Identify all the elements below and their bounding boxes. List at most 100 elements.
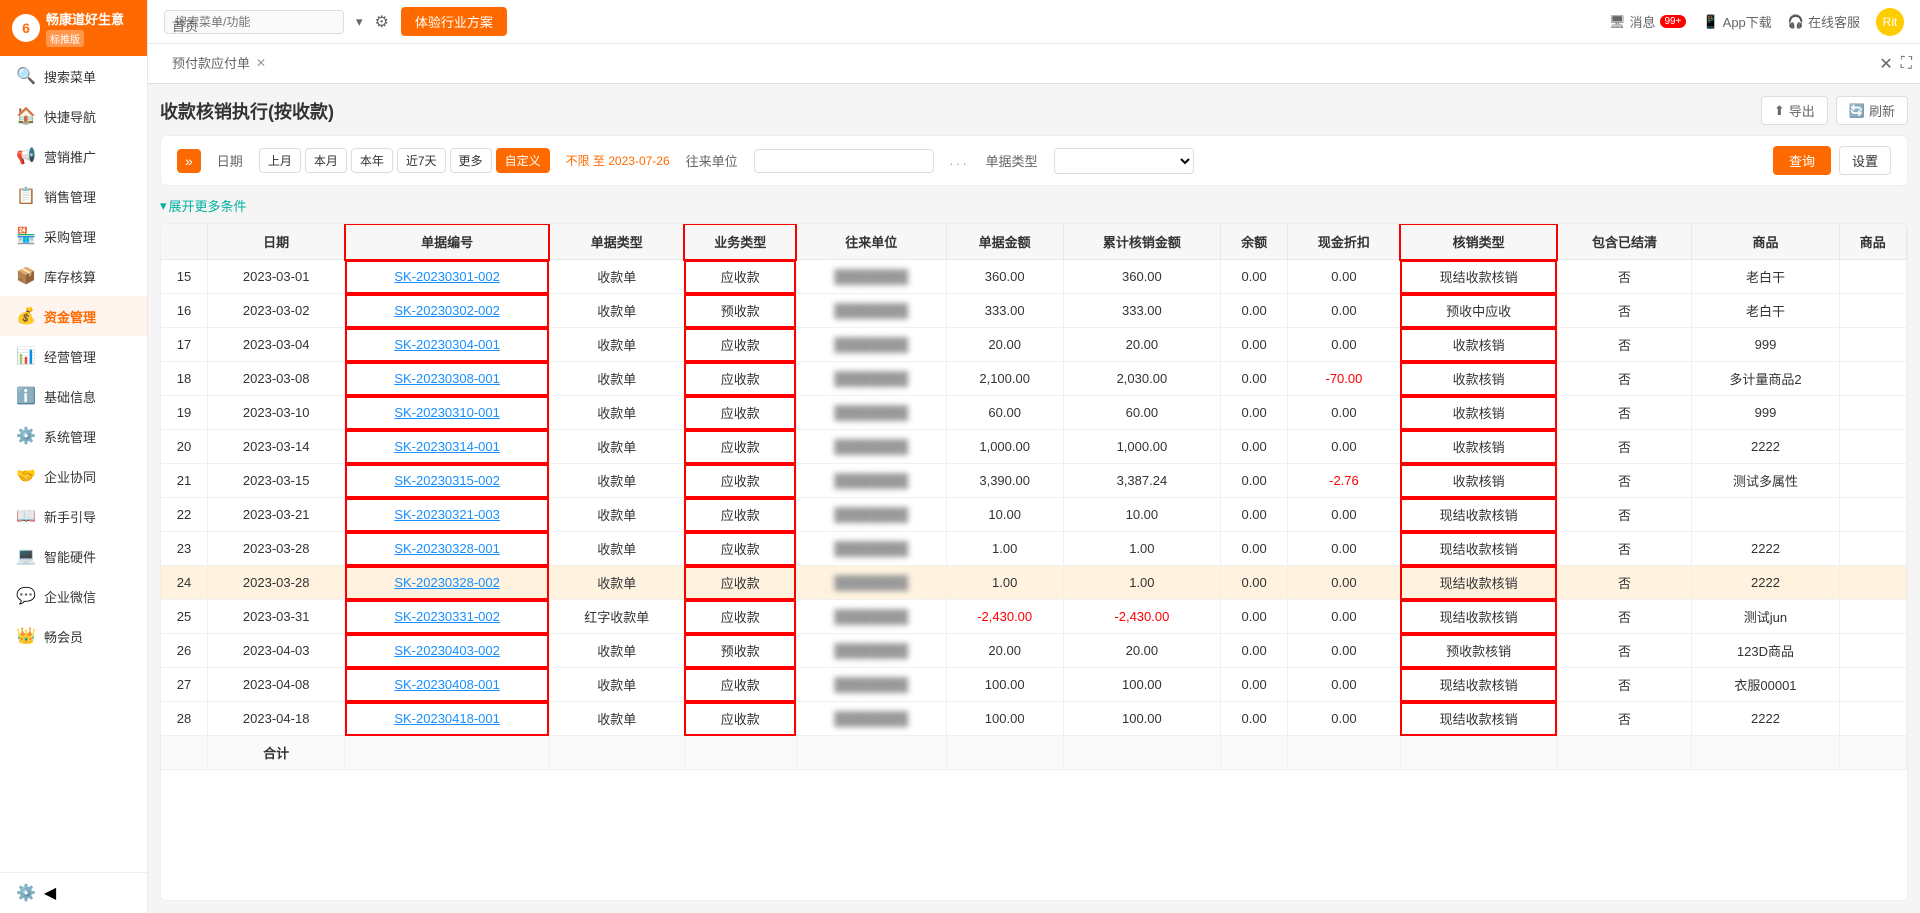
date-btn-this-month[interactable]: 本月 — [305, 148, 347, 173]
date-btn-this-year[interactable]: 本年 — [351, 148, 393, 173]
cell-10-0: 25 — [161, 600, 208, 634]
partner-text: ████████ — [834, 677, 908, 692]
cell-10-13 — [1839, 600, 1906, 634]
cell-1-3: 收款单 — [549, 294, 684, 328]
table-row: 232023-03-28SK-20230328-001收款单应收款███████… — [161, 532, 1907, 566]
sidebar-item-hardware[interactable]: 💻智能硬件 — [0, 536, 147, 576]
cell-12-11: 否 — [1557, 668, 1692, 702]
footer-cell-10 — [1400, 736, 1557, 770]
date-btn-more[interactable]: 更多 — [450, 148, 492, 173]
refresh-button[interactable]: 🔄 刷新 — [1836, 96, 1908, 125]
slip-no-link[interactable]: SK-20230304-001 — [394, 337, 500, 352]
sidebar-item-system[interactable]: ⚙️ 系统管理 — [0, 416, 147, 456]
sidebar-item-search[interactable]: 🔍搜索菜单 — [0, 56, 147, 96]
date-btn-prev-month[interactable]: 上月 — [259, 148, 301, 173]
tab-expand-button[interactable]: ⛶ — [1901, 54, 1912, 74]
cell-4-5: ████████ — [796, 396, 946, 430]
cell-2-2: SK-20230304-001 — [345, 328, 550, 362]
cell-1-9: 0.00 — [1288, 294, 1400, 328]
slip-no-link[interactable]: SK-20230315-002 — [394, 473, 500, 488]
cell-10-2: SK-20230331-002 — [345, 600, 550, 634]
cell-5-0: 20 — [161, 430, 208, 464]
filter-toggle-button[interactable]: » — [177, 149, 201, 173]
topbar-gear-icon[interactable]: ⚙ — [375, 12, 389, 32]
message-label: 消息 — [1629, 12, 1655, 31]
slip-no-link[interactable]: SK-20230328-002 — [394, 575, 500, 590]
topbar-message[interactable]: 🖥 消息 99+ — [1609, 12, 1687, 31]
partner-input[interactable] — [754, 149, 934, 173]
settings-icon[interactable]: ⚙️ — [16, 883, 36, 903]
cell-1-7: 333.00 — [1063, 294, 1220, 328]
partner-text: ████████ — [834, 405, 908, 420]
partner-text: ████████ — [834, 371, 908, 386]
cell-4-4: 应收款 — [684, 396, 796, 430]
slip-no-link[interactable]: SK-20230301-002 — [394, 269, 500, 284]
sidebar-item-finance[interactable]: 💰资金管理 — [0, 296, 147, 336]
cell-13-10: 现结收款核销 — [1400, 702, 1557, 736]
cell-13-0: 28 — [161, 702, 208, 736]
solution-button[interactable]: 体验行业方案 — [401, 7, 507, 36]
slip-no-link[interactable]: SK-20230308-001 — [394, 371, 500, 386]
sidebar-item-sales[interactable]: 📋销售管理 — [0, 176, 147, 216]
filter-settings-button[interactable]: 设置 — [1839, 146, 1891, 175]
sidebar-item-corp[interactable]: 🤝企业协同 — [0, 456, 147, 496]
tab-prepay[interactable]: 预付款应付单✕ — [156, 45, 282, 82]
collapse-icon[interactable]: ◀ — [44, 883, 56, 903]
tab-close-button[interactable]: ✕ — [1879, 54, 1892, 74]
cell-5-5: ████████ — [796, 430, 946, 464]
sidebar-item-shortcut[interactable]: 🏠快捷导航 — [0, 96, 147, 136]
topbar-service[interactable]: 🎧 在线客服 — [1788, 12, 1860, 31]
sidebar-label-system: 系统管理 — [44, 427, 96, 446]
topbar-app-download[interactable]: 📱 App下载 — [1702, 12, 1771, 31]
cell-7-3: 收款单 — [549, 498, 684, 532]
slip-no-link[interactable]: SK-20230418-001 — [394, 711, 500, 726]
slip-no-link[interactable]: SK-20230314-001 — [394, 439, 500, 454]
cell-1-5: ████████ — [796, 294, 946, 328]
slip-no-link[interactable]: SK-20230328-001 — [394, 541, 500, 556]
sidebar-item-basic[interactable]: ℹ️基础信息 — [0, 376, 147, 416]
sidebar-item-wechat[interactable]: 💬企业微信 — [0, 576, 147, 616]
slip-no-link[interactable]: SK-20230302-002 — [394, 303, 500, 318]
sidebar-icon-system: ⚙️ — [16, 426, 36, 446]
slip-no-link[interactable]: SK-20230403-002 — [394, 643, 500, 658]
date-btn-custom[interactable]: 自定义 — [496, 148, 550, 173]
cell-0-8: 0.00 — [1220, 260, 1287, 294]
cell-4-3: 收款单 — [549, 396, 684, 430]
cell-11-4: 预收款 — [684, 634, 796, 668]
sidebar-label-wechat: 企业微信 — [44, 587, 96, 606]
cell-6-0: 21 — [161, 464, 208, 498]
slip-no-link[interactable]: SK-20230331-002 — [394, 609, 500, 624]
slip-type-select[interactable] — [1054, 148, 1194, 174]
tab-close-prepay[interactable]: ✕ — [256, 56, 266, 70]
tabs-bar: 首页预付款应付单✕收款核销执行✕ ✕ ⛶ — [148, 44, 1920, 84]
slip-no-link[interactable]: SK-20230310-001 — [394, 405, 500, 420]
cell-7-11: 否 — [1557, 498, 1692, 532]
topbar-dropdown-icon[interactable]: ▾ — [356, 14, 363, 30]
query-button[interactable]: 查询 — [1773, 146, 1831, 175]
sidebar-item-guide[interactable]: 📖新手引导 — [0, 496, 147, 536]
col-header-4: 业务类型 — [684, 224, 796, 260]
sidebar-item-marketing[interactable]: 📢营销推广 — [0, 136, 147, 176]
partner-text: ████████ — [834, 507, 908, 522]
expand-conditions-btn[interactable]: ▾ 展开更多条件 — [160, 196, 1908, 215]
sidebar-item-inventory[interactable]: 📦库存核算 — [0, 256, 147, 296]
cell-7-9: 0.00 — [1288, 498, 1400, 532]
cell-10-10: 现结收款核销 — [1400, 600, 1557, 634]
slip-no-link[interactable]: SK-20230321-003 — [394, 507, 500, 522]
cell-2-5: ████████ — [796, 328, 946, 362]
tab-home[interactable]: 首页 — [156, 8, 282, 45]
cell-1-10: 预收中应收 — [1400, 294, 1557, 328]
date-btn-7days[interactable]: 近7天 — [397, 148, 446, 173]
cell-9-1: 2023-03-28 — [208, 566, 345, 600]
export-icon: ⬆ — [1774, 103, 1785, 119]
partner-text: ████████ — [834, 643, 908, 658]
refresh-icon: 🔄 — [1849, 103, 1865, 119]
slip-no-link[interactable]: SK-20230408-001 — [394, 677, 500, 692]
user-avatar[interactable]: Rit — [1876, 8, 1904, 36]
sidebar-item-member[interactable]: 👑畅会员 — [0, 616, 147, 656]
sidebar-item-business[interactable]: 📊经营管理 — [0, 336, 147, 376]
export-button[interactable]: ⬆ 导出 — [1761, 96, 1828, 125]
sidebar-item-purchase[interactable]: 🏪采购管理 — [0, 216, 147, 256]
cell-6-13 — [1839, 464, 1906, 498]
cell-4-6: 60.00 — [946, 396, 1063, 430]
